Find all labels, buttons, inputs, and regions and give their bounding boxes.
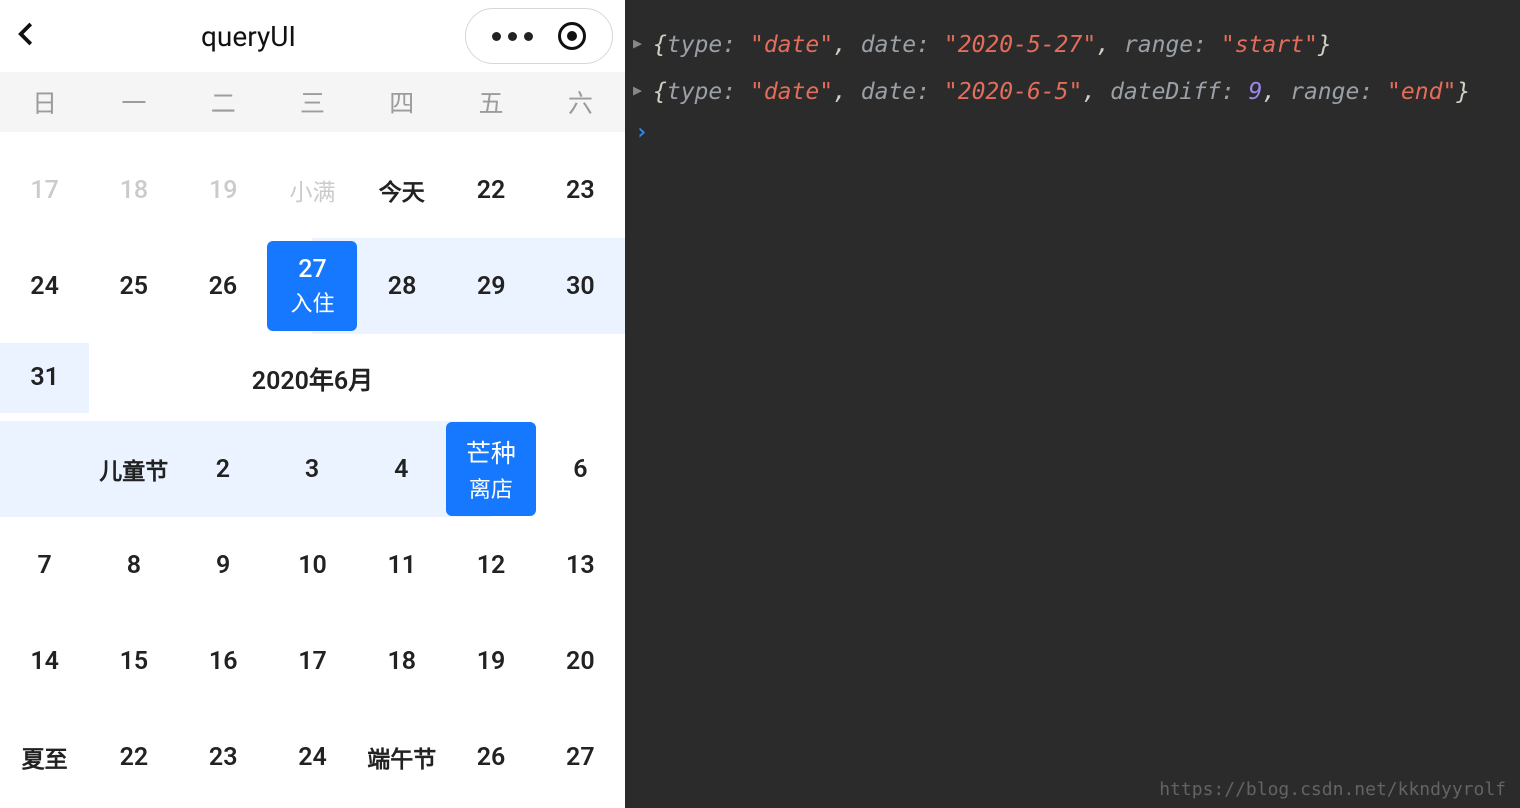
app-header: queryUI	[0, 0, 625, 72]
day-cell[interactable]: 4	[357, 421, 446, 517]
day-cell-xiazhi[interactable]: 夏至	[0, 709, 89, 805]
month-title: 2020年6月	[89, 334, 535, 421]
day-cell[interactable]: 16	[179, 613, 268, 709]
day-cell[interactable]: 22	[89, 709, 178, 805]
watermark: https://blog.csdn.net/kkndyyrolf	[1159, 779, 1506, 800]
day-cell: 17	[0, 142, 89, 238]
day-cell-today[interactable]: 今天	[357, 142, 446, 238]
day-cell: 小满	[268, 142, 357, 238]
day-cell[interactable]: 23	[179, 709, 268, 805]
day-cell[interactable]: 19	[446, 613, 535, 709]
weekday-header: 日 一 二 三 四 五 六	[0, 72, 625, 132]
day-cell[interactable]: 7	[0, 517, 89, 613]
console-log[interactable]: {type: "date", date: "2020-6-5", dateDif…	[625, 69, 1520, 116]
day-cell[interactable]: 28	[357, 238, 446, 334]
weekday: 六	[536, 72, 625, 132]
day-cell[interactable]: 20	[536, 613, 625, 709]
back-icon[interactable]	[12, 19, 42, 53]
day-cell[interactable]: 26	[178, 238, 267, 334]
day-cell-checkin[interactable]: 27 入住	[267, 238, 357, 334]
day-cell: 18	[89, 142, 178, 238]
weekday: 五	[446, 72, 535, 132]
day-cell-childrens-day[interactable]: 儿童节	[89, 421, 178, 517]
console-prompt[interactable]: ›	[625, 116, 1520, 149]
day-cell[interactable]: 3	[267, 421, 356, 517]
day-cell[interactable]: 26	[446, 709, 535, 805]
day-cell-checkout[interactable]: 芒种 离店	[446, 421, 536, 517]
day-cell[interactable]: 31	[0, 343, 89, 413]
day-cell[interactable]: 6	[536, 421, 625, 517]
day-cell[interactable]: 13	[536, 517, 625, 613]
day-cell[interactable]: 27	[536, 709, 625, 805]
weekday: 三	[268, 72, 357, 132]
mobile-calendar-pane: queryUI 日 一 二 三 四 五 六 17 18 19 小满 今天 22 …	[0, 0, 625, 808]
day-cell[interactable]: 8	[89, 517, 178, 613]
console-log[interactable]: {type: "date", date: "2020-5-27", range:…	[625, 22, 1520, 69]
calendar-body[interactable]: 17 18 19 小满 今天 22 23 24 25 26 27 入住 28 2…	[0, 132, 625, 808]
day-cell[interactable]: 10	[268, 517, 357, 613]
day-cell[interactable]: 25	[89, 238, 178, 334]
target-icon[interactable]	[558, 22, 586, 50]
day-cell: 19	[179, 142, 268, 238]
capsule-button[interactable]	[465, 8, 613, 64]
day-cell[interactable]: 9	[179, 517, 268, 613]
day-cell[interactable]: 29	[447, 238, 536, 334]
day-cell[interactable]: 15	[89, 613, 178, 709]
weekday: 日	[0, 72, 89, 132]
day-cell-dragon-boat[interactable]: 端午节	[357, 709, 446, 805]
day-cell[interactable]	[0, 421, 89, 517]
day-cell[interactable]: 24	[0, 238, 89, 334]
day-cell[interactable]: 18	[357, 613, 446, 709]
page-title: queryUI	[42, 20, 465, 53]
day-cell[interactable]: 2	[178, 421, 267, 517]
day-cell[interactable]: 12	[446, 517, 535, 613]
day-cell[interactable]: 24	[268, 709, 357, 805]
weekday: 一	[89, 72, 178, 132]
more-icon[interactable]	[492, 32, 533, 41]
day-cell[interactable]: 14	[0, 613, 89, 709]
day-cell[interactable]: 30	[536, 238, 625, 334]
weekday: 二	[179, 72, 268, 132]
devtools-console[interactable]: {type: "date", date: "2020-5-27", range:…	[625, 0, 1520, 808]
day-cell[interactable]: 22	[446, 142, 535, 238]
day-cell[interactable]: 11	[357, 517, 446, 613]
day-cell[interactable]: 23	[536, 142, 625, 238]
day-cell[interactable]: 17	[268, 613, 357, 709]
weekday: 四	[357, 72, 446, 132]
